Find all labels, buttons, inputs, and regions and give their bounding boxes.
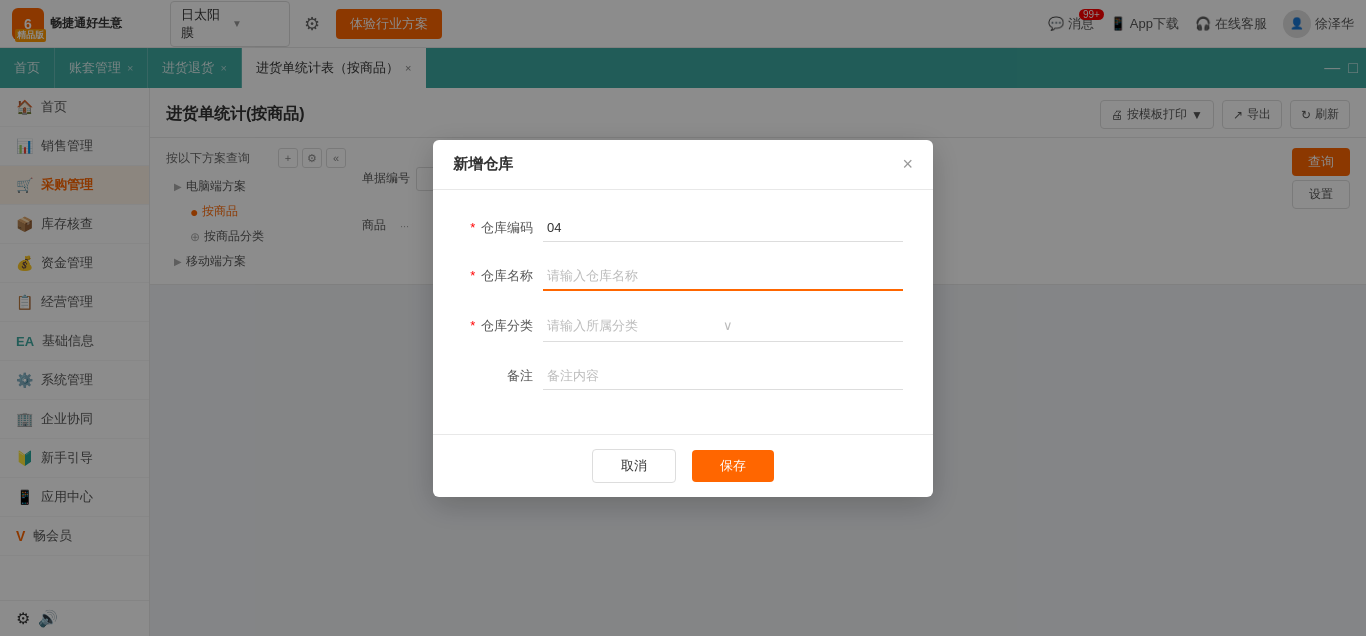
modal-overlay: 新增仓库 × * 仓库编码 * 仓库名称	[0, 0, 1366, 636]
code-label-text: 仓库编码	[481, 220, 533, 235]
modal-body: * 仓库编码 * 仓库名称 * 仓库分类 请输入所属	[433, 190, 933, 434]
modal-header: 新增仓库 ×	[433, 140, 933, 190]
category-chevron-icon: ∨	[723, 318, 899, 333]
form-row-note: 备注	[463, 362, 903, 390]
modal-close-button[interactable]: ×	[902, 154, 913, 175]
form-row-category: * 仓库分类 请输入所属分类 ∨	[463, 311, 903, 342]
form-row-code: * 仓库编码	[463, 214, 903, 242]
category-label-text: 仓库分类	[481, 318, 533, 333]
required-star-name: *	[470, 268, 475, 283]
name-input[interactable]	[543, 262, 903, 291]
required-star-category: *	[470, 318, 475, 333]
new-warehouse-modal: 新增仓库 × * 仓库编码 * 仓库名称	[433, 140, 933, 497]
note-label-text: 备注	[507, 368, 533, 383]
category-select[interactable]: 请输入所属分类 ∨	[543, 311, 903, 342]
category-placeholder: 请输入所属分类	[547, 317, 723, 335]
code-input[interactable]	[543, 214, 903, 242]
note-input[interactable]	[543, 362, 903, 390]
name-label: * 仓库名称	[463, 267, 543, 285]
name-label-text: 仓库名称	[481, 268, 533, 283]
code-label: * 仓库编码	[463, 219, 543, 237]
required-star-code: *	[470, 220, 475, 235]
modal-footer: 取消 保存	[433, 434, 933, 497]
cancel-button[interactable]: 取消	[592, 449, 676, 483]
note-label: 备注	[463, 367, 543, 385]
save-button[interactable]: 保存	[692, 450, 774, 482]
modal-title: 新增仓库	[453, 155, 513, 174]
form-row-name: * 仓库名称	[463, 262, 903, 291]
category-label: * 仓库分类	[463, 317, 543, 335]
